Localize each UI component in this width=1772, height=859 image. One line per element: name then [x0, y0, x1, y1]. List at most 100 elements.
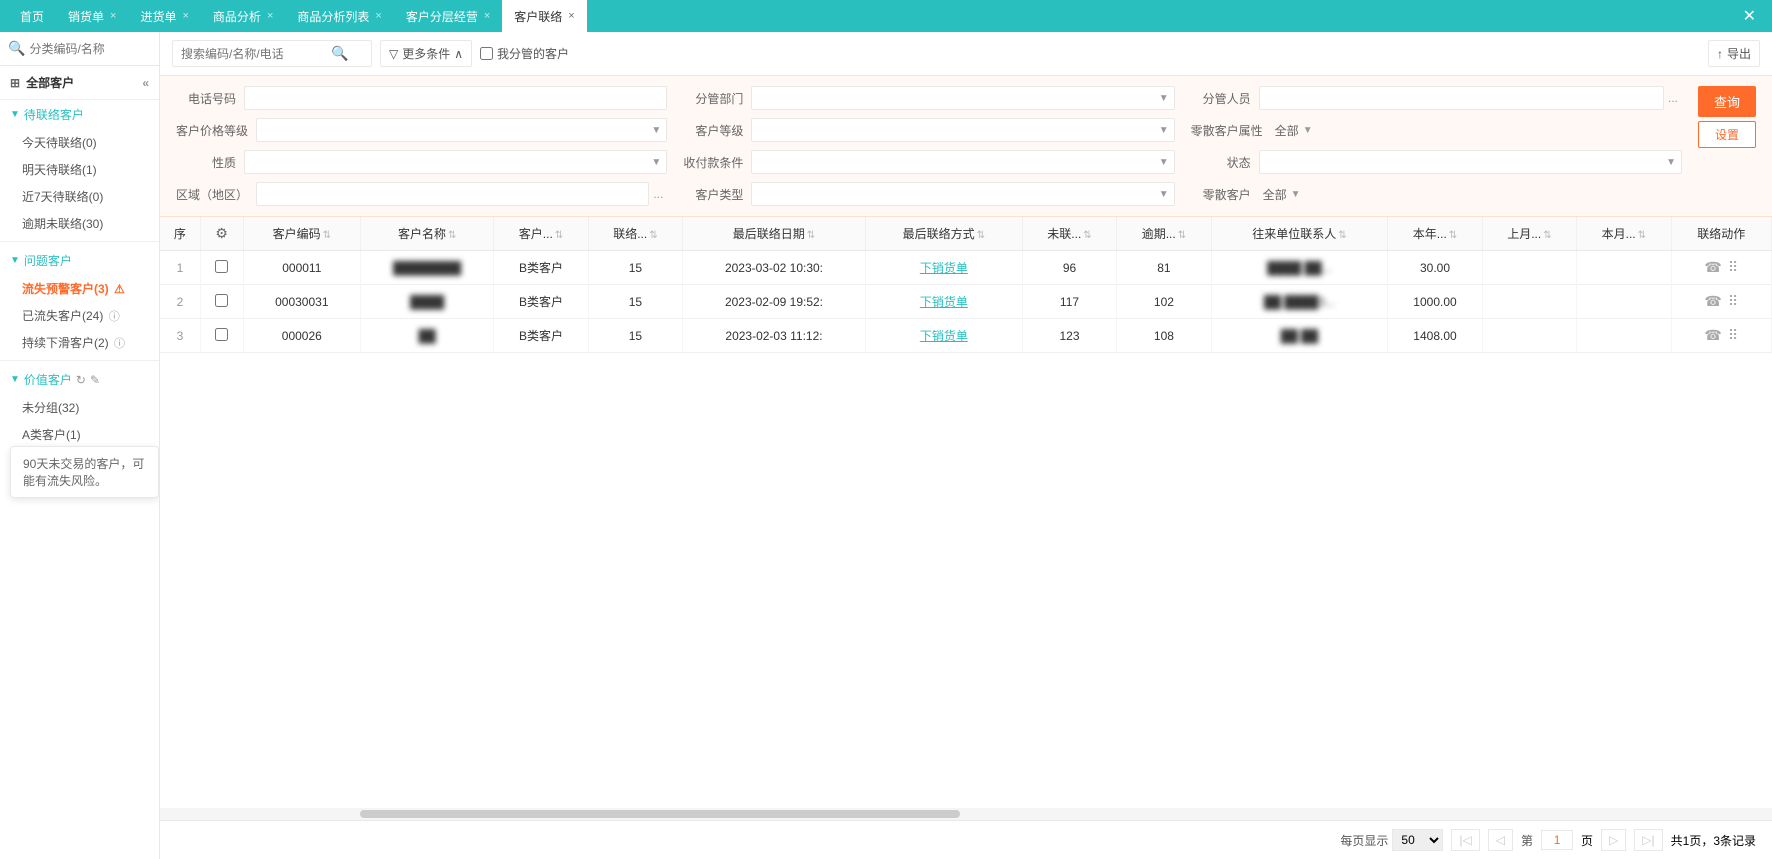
cell-last-contact-method[interactable]: 下销货单 — [865, 285, 1022, 319]
th-last-contact-method[interactable]: 最后联络方式⇅ — [865, 217, 1022, 251]
customer-type-select[interactable] — [751, 182, 1174, 206]
dept-select[interactable] — [751, 86, 1174, 110]
collapse-icon[interactable]: « — [142, 76, 149, 90]
nav-sales-order[interactable]: 销货单 × — [56, 0, 128, 32]
nav-home[interactable]: 首页 — [8, 0, 56, 32]
row-checkbox[interactable] — [215, 260, 228, 273]
sidebar-item-ungroup[interactable]: 未分组(32) — [0, 394, 159, 421]
nav-customer-contact[interactable]: 客户联络 × — [502, 0, 586, 32]
first-page-button[interactable]: |◁ — [1451, 829, 1479, 851]
sidebar-group-pending-title[interactable]: ▼ 待联络客户 — [0, 100, 159, 129]
close-icon[interactable]: × — [110, 10, 116, 22]
cell-index: 1 — [160, 251, 200, 285]
horizontal-scrollbar[interactable] — [160, 808, 1772, 820]
th-grade[interactable]: 客户...⇅ — [494, 217, 588, 251]
search-input[interactable] — [181, 47, 331, 61]
sidebar-item-tomorrow[interactable]: 明天待联络(1) — [0, 156, 159, 183]
settings-button[interactable]: 设置 — [1698, 121, 1756, 148]
my-customer-checkbox-wrap[interactable]: 我分管的客户 — [480, 45, 569, 62]
phone-input[interactable] — [244, 86, 667, 110]
nav-purchase-order[interactable]: 进货单 × — [128, 0, 200, 32]
close-icon[interactable]: × — [484, 10, 490, 22]
edit-icon[interactable]: ✎ — [90, 373, 100, 387]
nav-customer-tier[interactable]: 客户分层经营 × — [394, 0, 502, 32]
sidebar-item-declining[interactable]: 持续下滑客户(2) ⓘ — [0, 329, 159, 356]
th-not-contacted[interactable]: 未联...⇅ — [1022, 217, 1116, 251]
contact-icon[interactable]: ☎ — [1704, 293, 1721, 310]
th-overdue[interactable]: 逾期...⇅ — [1117, 217, 1211, 251]
filter-row-4: 区域（地区） ... 客户类型 ▼ 零散客户 — [176, 182, 1682, 206]
window-close-icon[interactable]: ✕ — [1735, 6, 1764, 26]
sidebar-item-7days[interactable]: 近7天待联络(0) — [0, 183, 159, 210]
tomorrow-label: 明天待联络(1) — [22, 163, 97, 177]
query-button[interactable]: 查询 — [1698, 86, 1756, 117]
staff-more-button[interactable]: ... — [1664, 91, 1682, 105]
more-action-icon[interactable]: ⠿ — [1728, 327, 1738, 344]
per-page-select[interactable]: 50 100 — [1392, 829, 1443, 851]
th-contact-count[interactable]: 联络...⇅ — [588, 217, 682, 251]
cell-checkbox[interactable] — [200, 319, 243, 353]
last-page-button[interactable]: ▷| — [1634, 829, 1662, 851]
cell-checkbox[interactable] — [200, 285, 243, 319]
price-grade-select[interactable] — [256, 118, 667, 142]
sidebar-group-value-title[interactable]: ▼ 价值客户 ↻ ✎ — [0, 365, 159, 394]
nav-product-analysis-list[interactable]: 商品分析列表 × — [285, 0, 393, 32]
my-customer-checkbox[interactable] — [480, 47, 493, 60]
th-name[interactable]: 客户名称⇅ — [361, 217, 494, 251]
sidebar-item-churned[interactable]: 已流失客户(24) ⓘ — [0, 302, 159, 329]
sidebar-group-problem-title[interactable]: ▼ 问题客户 — [0, 246, 159, 275]
th-contact-person[interactable]: 往来单位联系人⇅ — [1211, 217, 1388, 251]
close-icon[interactable]: × — [267, 10, 273, 22]
sidebar-root[interactable]: ⊞ 全部客户 « — [0, 66, 159, 100]
triangle-icon: ▼ — [10, 374, 20, 385]
more-action-icon[interactable]: ⠿ — [1728, 259, 1738, 276]
cell-code: 000011 — [243, 251, 360, 285]
region-more-button[interactable]: ... — [649, 187, 667, 201]
sidebar-item-today[interactable]: 今天待联络(0) — [0, 129, 159, 156]
th-this-year[interactable]: 本年...⇅ — [1388, 217, 1482, 251]
cell-this-month — [1577, 251, 1671, 285]
th-code[interactable]: 客户编码⇅ — [243, 217, 360, 251]
payment-select[interactable] — [751, 150, 1174, 174]
gender-select[interactable] — [244, 150, 667, 174]
more-action-icon[interactable]: ⠿ — [1728, 293, 1738, 310]
scrollbar-thumb[interactable] — [360, 810, 960, 818]
sidebar-item-churn-warning[interactable]: 流失预警客户(3) ⚠ — [0, 275, 159, 302]
th-action: 联络动作 — [1671, 217, 1771, 251]
th-last-month[interactable]: 上月...⇅ — [1482, 217, 1576, 251]
contact-icon[interactable]: ☎ — [1704, 327, 1721, 344]
prev-page-button[interactable]: ◁ — [1488, 829, 1513, 851]
close-icon[interactable]: × — [568, 10, 574, 22]
status-select[interactable] — [1259, 150, 1682, 174]
region-input[interactable] — [256, 182, 649, 206]
close-icon[interactable]: × — [182, 10, 188, 22]
close-icon[interactable]: × — [375, 10, 381, 22]
refresh-icon[interactable]: ↻ — [76, 373, 86, 387]
status-label: 状态 — [1191, 154, 1251, 171]
th-last-contact-date[interactable]: 最后联络日期⇅ — [683, 217, 866, 251]
contact-icon[interactable]: ☎ — [1704, 259, 1721, 276]
staff-input[interactable] — [1259, 86, 1664, 110]
cell-checkbox[interactable] — [200, 251, 243, 285]
cell-last-contact-method[interactable]: 下销货单 — [865, 251, 1022, 285]
customer-grade-select[interactable] — [751, 118, 1174, 142]
th-index: 序 — [160, 217, 200, 251]
more-filter-button[interactable]: ▽ 更多条件 ∧ — [380, 40, 472, 67]
cell-last-contact-method[interactable]: 下销货单 — [865, 319, 1022, 353]
th-this-month[interactable]: 本月...⇅ — [1577, 217, 1671, 251]
next-page-button[interactable]: ▷ — [1601, 829, 1626, 851]
row-checkbox[interactable] — [215, 328, 228, 341]
sidebar-item-overdue[interactable]: 逾期未联络(30) — [0, 210, 159, 237]
cell-contact-count: 15 — [588, 319, 682, 353]
triangle-icon: ▼ — [10, 255, 20, 266]
search-button[interactable]: 🔍 — [331, 45, 348, 62]
sidebar-search-input[interactable] — [29, 42, 151, 56]
row-checkbox[interactable] — [215, 294, 228, 307]
table-wrap: 序 ⚙ 客户编码⇅ 客户名称⇅ 客户...⇅ 联络...⇅ 最后联络日期⇅ 最后… — [160, 217, 1772, 808]
nav-product-analysis[interactable]: 商品分析 × — [201, 0, 285, 32]
th-settings[interactable]: ⚙ — [200, 217, 243, 251]
cell-last-contact-date: 2023-02-09 19:52: — [683, 285, 866, 319]
page-input[interactable] — [1541, 830, 1573, 850]
export-button[interactable]: ↑ 导出 — [1708, 40, 1760, 67]
sidebar-item-class-a[interactable]: A类客户(1) — [0, 421, 159, 448]
